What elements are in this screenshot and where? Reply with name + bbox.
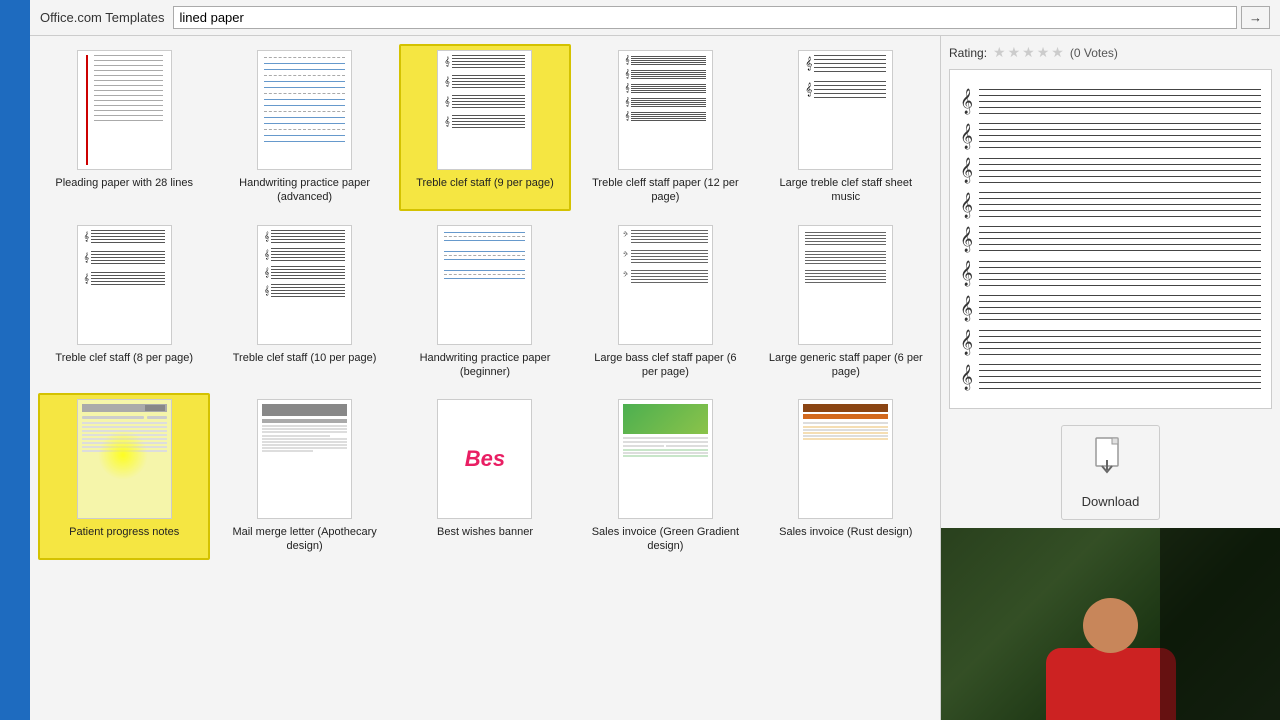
- template-item-handwriting-beginner[interactable]: Handwriting practice paper (beginner): [399, 219, 571, 386]
- star-2[interactable]: ★: [1008, 44, 1021, 61]
- template-thumb-best-wishes: Bes: [437, 399, 532, 519]
- search-button[interactable]: →: [1241, 6, 1270, 29]
- template-label-handwriting-advanced: Handwriting practice paper (advanced): [224, 176, 384, 205]
- template-thumb-handwriting-beginner: [437, 225, 532, 345]
- template-label-invoice-green: Sales invoice (Green Gradient design): [585, 525, 745, 554]
- rating-bar: Rating: ★ ★ ★ ★ ★ (0 Votes): [949, 44, 1272, 61]
- template-thumb-treble-10: 𝄞 𝄞 𝄞 𝄞: [257, 225, 352, 345]
- template-thumb-invoice-green: [618, 399, 713, 519]
- template-thumb-treble-9: 𝄞 𝄞 𝄞 𝄞: [437, 50, 532, 170]
- office-templates-title: Office.com Templates: [40, 10, 165, 25]
- template-item-invoice-green[interactable]: Sales invoice (Green Gradient design): [579, 393, 751, 560]
- star-4[interactable]: ★: [1037, 44, 1050, 61]
- template-label-treble-9: Treble clef staff (9 per page): [416, 176, 554, 190]
- template-item-treble-9[interactable]: 𝄞 𝄞 𝄞 𝄞 Treble clef staff (9 per pa: [399, 44, 571, 211]
- template-thumb-invoice-rust: [798, 399, 893, 519]
- template-item-pleading-28[interactable]: Pleading paper with 28 lines: [38, 44, 210, 211]
- template-thumb-large-treble: 𝄞 𝄞: [798, 50, 893, 170]
- template-item-handwriting-advanced[interactable]: Handwriting practice paper (advanced): [218, 44, 390, 211]
- template-item-large-treble[interactable]: 𝄞 𝄞 Large treble clef staff sheet music: [760, 44, 932, 211]
- star-3[interactable]: ★: [1022, 44, 1035, 61]
- template-item-invoice-rust[interactable]: Sales invoice (Rust design): [760, 393, 932, 560]
- template-item-best-wishes[interactable]: Bes Best wishes banner: [399, 393, 571, 560]
- template-area: Pleading paper with 28 lines: [30, 36, 1280, 720]
- webcam-area: [941, 528, 1280, 720]
- right-panel: Rating: ★ ★ ★ ★ ★ (0 Votes) 𝄞: [940, 36, 1280, 720]
- rating-label: Rating:: [949, 46, 987, 60]
- template-item-mail-merge[interactable]: Mail merge letter (Apothecary design): [218, 393, 390, 560]
- template-thumb-bass-clef: 𝄢 𝄢 𝄢: [618, 225, 713, 345]
- template-thumb-pleading-28: [77, 50, 172, 170]
- template-label-patient-notes: Patient progress notes: [69, 525, 179, 539]
- template-thumb-mail-merge: [257, 399, 352, 519]
- download-icon: [1090, 436, 1130, 488]
- template-label-treble-8: Treble clef staff (8 per page): [55, 351, 193, 365]
- template-label-generic-staff: Large generic staff paper (6 per page): [766, 351, 926, 380]
- template-thumb-generic-staff: [798, 225, 893, 345]
- template-item-treble-8[interactable]: 𝄞 𝄞 𝄞 Treble clef staff (8 per page): [38, 219, 210, 386]
- template-label-mail-merge: Mail merge letter (Apothecary design): [224, 525, 384, 554]
- best-wishes-text: Bes: [465, 446, 505, 472]
- stars: ★ ★ ★ ★ ★: [993, 44, 1064, 61]
- template-label-handwriting-beginner: Handwriting practice paper (beginner): [405, 351, 565, 380]
- left-tab: [0, 0, 30, 720]
- main-content: Office.com Templates →: [30, 0, 1280, 720]
- template-label-best-wishes: Best wishes banner: [437, 525, 533, 539]
- download-label: Download: [1082, 494, 1140, 509]
- template-thumb-handwriting-advanced: [257, 50, 352, 170]
- download-area: Download: [941, 417, 1280, 528]
- template-item-patient-notes[interactable]: Patient progress notes: [38, 393, 210, 560]
- template-item-generic-staff[interactable]: Large generic staff paper (6 per page): [760, 219, 932, 386]
- votes-text: (0 Votes): [1070, 46, 1118, 60]
- preview-area: Rating: ★ ★ ★ ★ ★ (0 Votes) 𝄞: [941, 36, 1280, 417]
- template-label-bass-clef: Large bass clef staff paper (6 per page): [585, 351, 745, 380]
- search-box: →: [173, 6, 1270, 29]
- template-thumb-treble-12: 𝄞 𝄞 𝄞 𝄞 𝄞: [618, 50, 713, 170]
- preview-box: 𝄞 𝄞: [949, 69, 1272, 409]
- template-label-invoice-rust: Sales invoice (Rust design): [779, 525, 912, 539]
- template-label-treble-10: Treble clef staff (10 per page): [233, 351, 377, 365]
- template-grid: Pleading paper with 28 lines: [30, 36, 940, 720]
- template-item-treble-12[interactable]: 𝄞 𝄞 𝄞 𝄞 𝄞 Treble cleff staff paper (12 p…: [579, 44, 751, 211]
- template-label-large-treble: Large treble clef staff sheet music: [766, 176, 926, 205]
- template-thumb-patient-notes: [77, 399, 172, 519]
- template-item-treble-10[interactable]: 𝄞 𝄞 𝄞 𝄞 Treble clef staff (10 per page): [218, 219, 390, 386]
- header-bar: Office.com Templates →: [30, 0, 1280, 36]
- search-input[interactable]: [173, 6, 1237, 29]
- template-item-bass-clef[interactable]: 𝄢 𝄢 𝄢 Large bass clef staff paper (6 per…: [579, 219, 751, 386]
- download-button[interactable]: Download: [1061, 425, 1161, 520]
- template-label-treble-12: Treble cleff staff paper (12 per page): [585, 176, 745, 205]
- template-label-pleading-28: Pleading paper with 28 lines: [55, 176, 193, 190]
- star-1[interactable]: ★: [993, 44, 1006, 61]
- template-thumb-treble-8: 𝄞 𝄞 𝄞: [77, 225, 172, 345]
- star-5[interactable]: ★: [1051, 44, 1064, 61]
